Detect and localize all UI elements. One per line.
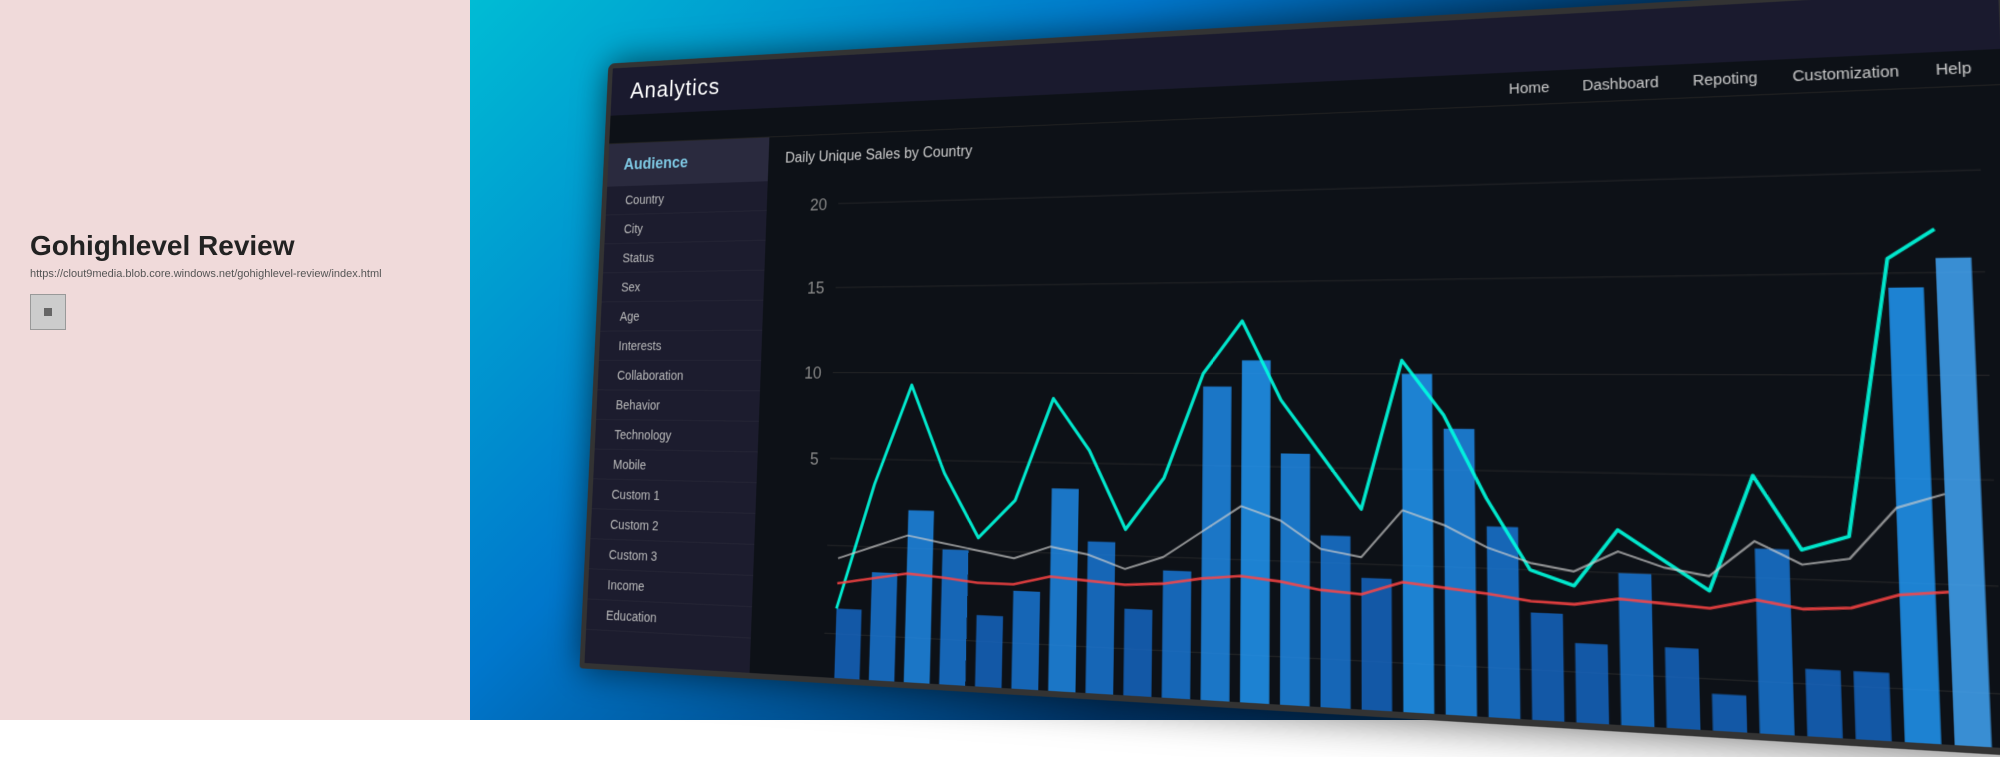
left-panel: Gohighlevel Review https://clout9media.b… — [0, 0, 470, 720]
nav-reporting[interactable]: Repoting — [1692, 69, 1757, 89]
svg-text:15: 15 — [807, 279, 825, 298]
sidebar-item-interests[interactable]: Interests — [599, 331, 762, 361]
monitor-frame: Analytics Home Dashboard Repoting Custom… — [579, 0, 2000, 757]
site-title: Gohighlevel Review — [30, 230, 440, 262]
sidebar-item-city[interactable]: City — [604, 211, 766, 244]
nav-home[interactable]: Home — [1509, 79, 1550, 97]
sidebar-item-behavior[interactable]: Behavior — [596, 390, 760, 421]
sidebar-item-mobile[interactable]: Mobile — [593, 449, 757, 483]
svg-text:20: 20 — [810, 195, 828, 214]
chart-container: 20 15 10 5 0 2 4 6 8 10 12 14 16 — [765, 141, 2000, 750]
svg-text:8: 8 — [1068, 726, 1076, 743]
sidebar-item-collaboration[interactable]: Collaboration — [597, 361, 761, 391]
svg-text:10: 10 — [1140, 730, 1156, 748]
favicon-dot — [44, 308, 52, 316]
nav-dashboard[interactable]: Dashboard — [1582, 74, 1659, 94]
svg-text:4: 4 — [922, 716, 930, 733]
sidebar-item-education[interactable]: Education — [586, 599, 752, 638]
svg-text:16: 16 — [1381, 746, 1398, 749]
svg-text:5: 5 — [810, 449, 819, 469]
sidebar: Audience Country City Status Sex Age Int… — [584, 137, 769, 672]
svg-text:0: 0 — [802, 686, 811, 707]
right-panel: Analytics Home Dashboard Repoting Custom… — [470, 0, 2000, 720]
main-content: Audience Country City Status Sex Age Int… — [584, 85, 2000, 750]
site-url: https://clout9media.blob.core.windows.ne… — [30, 268, 440, 280]
sidebar-header: Audience — [607, 137, 769, 186]
svg-text:6: 6 — [994, 721, 1002, 738]
sidebar-item-custom1[interactable]: Custom 1 — [592, 479, 757, 514]
favicon — [30, 294, 66, 330]
svg-text:10: 10 — [804, 363, 822, 382]
svg-text:12: 12 — [1218, 735, 1234, 749]
sidebar-item-age[interactable]: Age — [600, 301, 763, 332]
svg-text:14: 14 — [1299, 741, 1316, 750]
sidebar-item-country[interactable]: Country — [606, 181, 768, 215]
analytics-title: Analytics — [630, 73, 721, 104]
sidebar-item-status[interactable]: Status — [603, 241, 766, 274]
nav-help[interactable]: Help — [1935, 59, 1971, 78]
sidebar-item-sex[interactable]: Sex — [602, 271, 765, 303]
chart-area: Daily Unique Sales by Country 20 15 — [750, 85, 2000, 750]
chart-svg: 20 15 10 5 0 2 4 6 8 10 12 14 16 — [765, 141, 2000, 750]
nav-customization[interactable]: Customization — [1792, 62, 1899, 84]
sidebar-item-technology[interactable]: Technology — [595, 420, 759, 453]
